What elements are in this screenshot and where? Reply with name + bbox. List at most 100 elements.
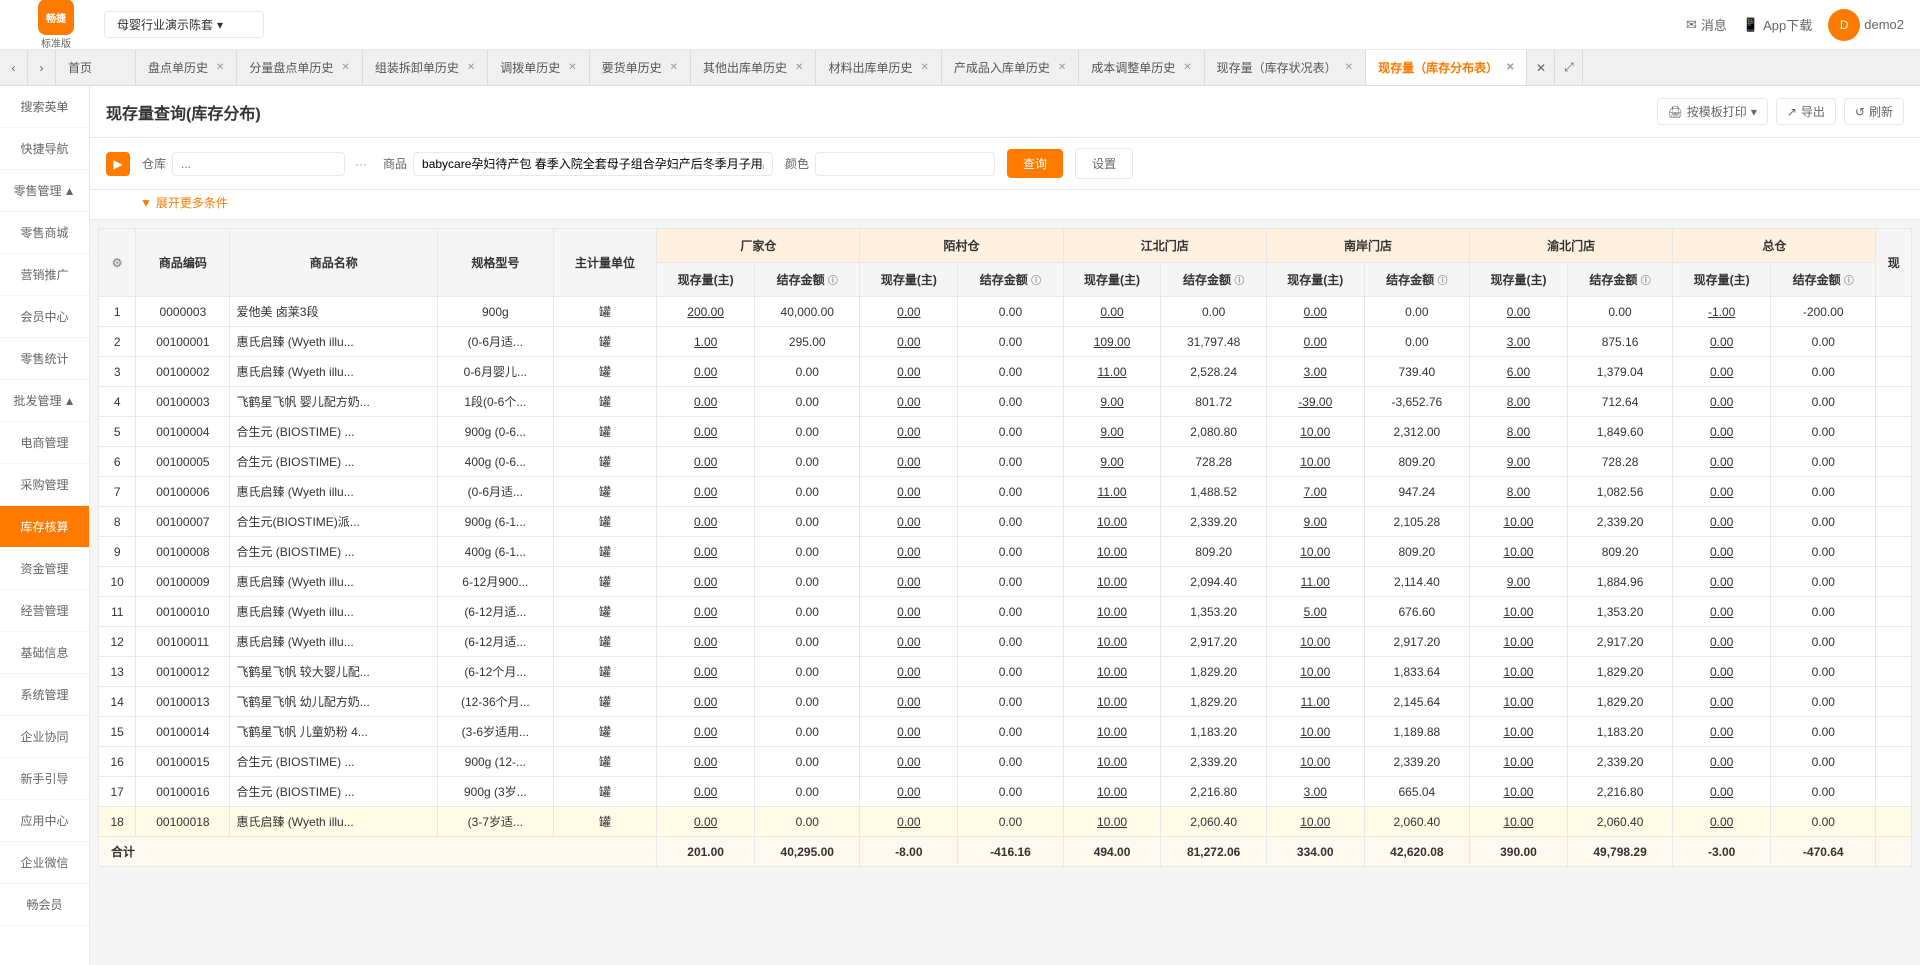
- messages-button[interactable]: ✉ 消息: [1686, 15, 1727, 34]
- sum-mucun-qty: -8.00: [860, 837, 958, 867]
- printer-icon: 🖨: [1668, 105, 1683, 119]
- sidebar-item-enterprise[interactable]: 企业协同: [0, 716, 89, 758]
- top-bar: 畅捷 标准版 母婴行业演示陈套 ▾ ✉ 消息 📱 App下载 D demo2: [0, 0, 1920, 50]
- sidebar-item-retail[interactable]: 零售管理 ▲: [0, 170, 89, 212]
- sidebar-item-members2[interactable]: 畅会员: [0, 884, 89, 926]
- sidebar-item-members[interactable]: 会员中心: [0, 296, 89, 338]
- tab-close-all-btn[interactable]: ✕: [1527, 50, 1555, 86]
- sidebar-item-search[interactable]: 搜索英单: [0, 86, 89, 128]
- tab-demand[interactable]: 要货单历史✕: [590, 50, 691, 86]
- sum-nanan-amt: 42,620.08: [1364, 837, 1469, 867]
- warehouse-input[interactable]: [172, 152, 345, 176]
- refresh-label: 刷新: [1869, 103, 1893, 120]
- sidebar-item-system[interactable]: 系统管理: [0, 674, 89, 716]
- chevron-down-icon: ▾: [217, 18, 223, 32]
- sidebar-item-retail-mall[interactable]: 零售商城: [0, 212, 89, 254]
- close-icon[interactable]: ✕: [1183, 62, 1191, 73]
- print-button[interactable]: 🖨 按模板打印 ▾: [1657, 98, 1768, 125]
- user-info[interactable]: D demo2: [1828, 9, 1904, 41]
- sum-current: [1876, 837, 1912, 867]
- th-spec: 规格型号: [437, 229, 553, 297]
- message-icon: ✉: [1686, 17, 1697, 33]
- summary-row: 合计 201.00 40,295.00 -8.00 -416.16 494.00…: [99, 837, 1912, 867]
- sidebar-item-purchase[interactable]: 采购管理: [0, 464, 89, 506]
- tab-material-out[interactable]: 材料出库单历史✕: [816, 50, 941, 86]
- close-icon[interactable]: ✕: [1345, 62, 1353, 73]
- table-row: 200100001惠氏启臻 (Wyeth illu...(0-6月适...罐1.…: [99, 327, 1912, 357]
- sidebar-item-basic[interactable]: 基础信息: [0, 632, 89, 674]
- tab-other-out[interactable]: 其他出库单历史✕: [691, 50, 816, 86]
- tab-prev-btn[interactable]: ‹: [0, 50, 28, 86]
- tab-inventory-check[interactable]: 盘点单历史✕: [136, 50, 237, 86]
- sidebar-item-apps[interactable]: 应用中心: [0, 800, 89, 842]
- logo-icon: 畅捷: [38, 0, 74, 35]
- table-row: 700100006惠氏启臻 (Wyeth illu...(0-6月适...罐0.…: [99, 477, 1912, 507]
- sum-yubei-amt: 49,798.29: [1567, 837, 1672, 867]
- color-input[interactable]: [815, 152, 995, 176]
- close-icon[interactable]: ✕: [795, 62, 803, 73]
- sidebar-item-retail-stats[interactable]: 零售统计: [0, 338, 89, 380]
- refresh-button[interactable]: ↺ 刷新: [1844, 98, 1904, 125]
- tab-assemble[interactable]: 组装拆卸单历史✕: [363, 50, 488, 86]
- tab-home[interactable]: 首页: [56, 50, 136, 86]
- top-bar-right: ✉ 消息 📱 App下载 D demo2: [1686, 9, 1904, 41]
- sidebar-item-finance[interactable]: 资金管理: [0, 548, 89, 590]
- warehouse-ellipsis[interactable]: ···: [351, 157, 371, 171]
- close-icon[interactable]: ✕: [467, 62, 475, 73]
- expand-conditions-btn[interactable]: ▼ 展开更多条件: [140, 194, 1904, 211]
- th-mucun-amt: 结存金额 ⓘ: [958, 263, 1063, 297]
- th-nanan-qty: 现存量(主): [1266, 263, 1364, 297]
- top-bar-left: 畅捷 标准版 母婴行业演示陈套 ▾: [16, 0, 264, 50]
- table-row: 1600100015合生元 (BIOSTIME) ...900g (12-...…: [99, 747, 1912, 777]
- sum-total-amt: -470.64: [1771, 837, 1876, 867]
- th-yubei-qty: 现存量(主): [1470, 263, 1568, 297]
- close-icon[interactable]: ✕: [216, 62, 224, 73]
- th-yubei-amt: 结存金额 ⓘ: [1567, 263, 1672, 297]
- avatar: D: [1828, 9, 1860, 41]
- sum-yubei-qty: 390.00: [1470, 837, 1568, 867]
- tab-next-btn[interactable]: ›: [28, 50, 56, 86]
- tab-split-check[interactable]: 分量盘点单历史✕: [237, 50, 362, 86]
- sidebar-item-inventory[interactable]: 库存核算: [0, 506, 89, 548]
- expand-label: 展开更多条件: [156, 194, 228, 211]
- close-icon[interactable]: ✕: [568, 62, 576, 73]
- tab-stock-status[interactable]: 现存量（库存状况表）✕: [1205, 50, 1366, 86]
- tab-cost-adjust[interactable]: 成本调整单历史✕: [1079, 50, 1204, 86]
- warehouse-label: 仓库: [142, 155, 166, 172]
- tab-stock-dist[interactable]: 现存量（库存分布表）✕: [1366, 50, 1527, 86]
- setting-button[interactable]: 设置: [1075, 148, 1133, 179]
- table-container[interactable]: ⚙ 商品编码 商品名称 规格型号 主计量单位 厂家仓 陌村仓 江北门店 南岸门店…: [90, 220, 1920, 965]
- sum-jiangbei-amt: 81,272.06: [1161, 837, 1266, 867]
- app-download-button[interactable]: 📱 App下载: [1743, 15, 1812, 34]
- summary-label: 合计: [99, 837, 657, 867]
- sidebar-item-operations[interactable]: 经营管理: [0, 590, 89, 632]
- tab-product-in[interactable]: 产成品入库单历史✕: [942, 50, 1079, 86]
- content-area: 现存量查询(库存分布) 🖨 按模板打印 ▾ ↗ 导出 ↺ 刷新 ▶: [90, 86, 1920, 965]
- close-icon[interactable]: ✕: [1506, 62, 1514, 73]
- sidebar-item-wechat[interactable]: 企业微信: [0, 842, 89, 884]
- table-row: 1100100010惠氏启臻 (Wyeth illu...(6-12月适...罐…: [99, 597, 1912, 627]
- th-settings[interactable]: ⚙: [99, 229, 136, 297]
- tab-transfer[interactable]: 调拨单历史✕: [488, 50, 589, 86]
- tab-expand-btn[interactable]: ⤢: [1555, 50, 1583, 86]
- sum-total-qty: -3.00: [1673, 837, 1771, 867]
- export-button[interactable]: ↗ 导出: [1776, 98, 1836, 125]
- th-jiangbei-amt: 结存金额 ⓘ: [1161, 263, 1266, 297]
- industry-selector[interactable]: 母婴行业演示陈套 ▾: [104, 11, 264, 38]
- sidebar-item-nav[interactable]: 快捷导航: [0, 128, 89, 170]
- export-label: 导出: [1801, 103, 1825, 120]
- close-icon[interactable]: ✕: [341, 62, 349, 73]
- sidebar-item-marketing[interactable]: 营销推广: [0, 254, 89, 296]
- close-icon[interactable]: ✕: [920, 62, 928, 73]
- export-icon: ↗: [1787, 105, 1797, 119]
- sidebar-item-guide[interactable]: 新手引导: [0, 758, 89, 800]
- sidebar-item-wholesale[interactable]: 批发管理 ▲: [0, 380, 89, 422]
- expand-icon: ▼: [140, 196, 152, 210]
- product-filter: 商品: [383, 152, 773, 176]
- sidebar-item-ecommerce[interactable]: 电商管理: [0, 422, 89, 464]
- filter-toggle-btn[interactable]: ▶: [106, 152, 130, 176]
- close-icon[interactable]: ✕: [670, 62, 678, 73]
- query-button[interactable]: 查询: [1007, 149, 1063, 178]
- close-icon[interactable]: ✕: [1058, 62, 1066, 73]
- product-input[interactable]: [413, 152, 773, 176]
